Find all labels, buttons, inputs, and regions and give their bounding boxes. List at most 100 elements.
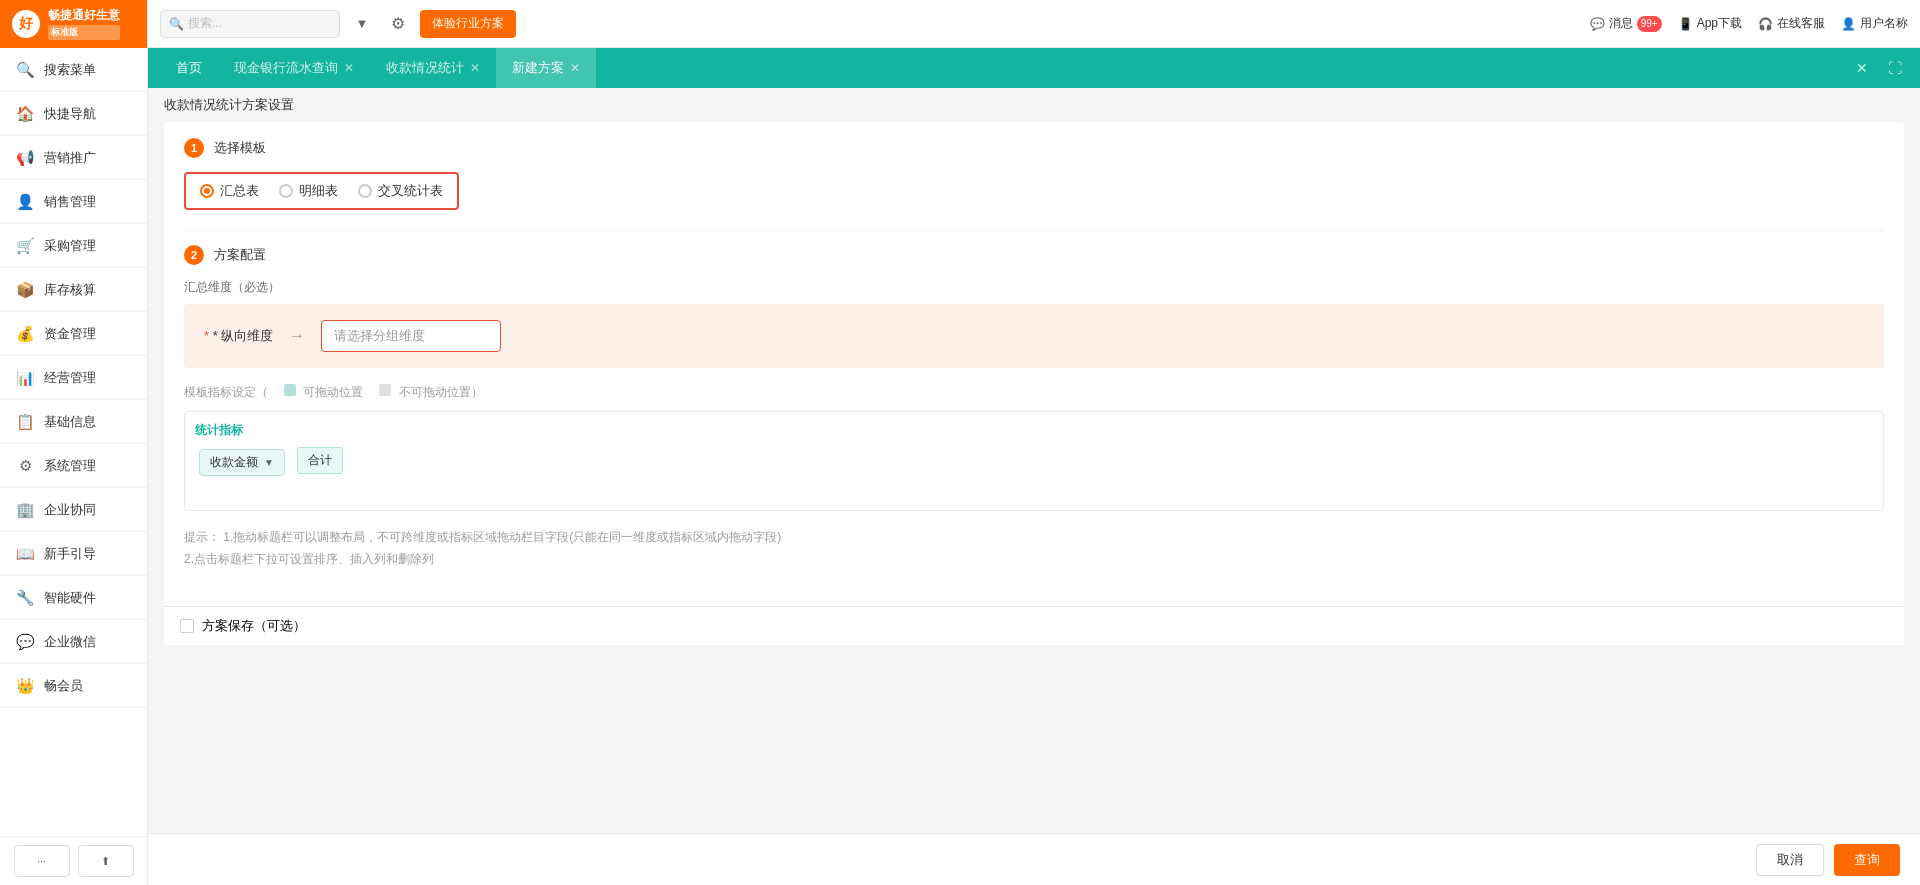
sidebar-item-search[interactable]: 🔍 搜索菜单 [0,48,147,92]
topbar-dropdown[interactable]: ▼ [348,10,376,38]
vertical-label: * * 纵向维度 [204,327,273,345]
message-item[interactable]: 💬 消息 99+ [1590,15,1662,32]
tab-newplan[interactable]: 新建方案 ✕ [496,48,596,88]
member-icon: 👑 [16,677,34,695]
purchase-icon: 🛒 [16,237,34,255]
trial-button[interactable]: 体验行业方案 [420,10,516,38]
radio-summary-circle [200,184,214,198]
page-title: 收款情况统计方案设置 [164,97,294,112]
tab-cashflow[interactable]: 现金银行流水查询 ✕ [218,48,370,88]
tab-expand[interactable]: ⛶ [1882,58,1908,78]
download-item[interactable]: 📱 App下载 [1678,15,1742,32]
query-button[interactable]: 查询 [1834,844,1900,876]
save-checkbox[interactable] [180,619,194,633]
save-section: 方案保存（可选） [164,606,1904,645]
logo-text: 畅捷通好生意 [48,8,120,22]
sidebar-item-finance[interactable]: 💰 资金管理 [0,312,147,356]
user-item[interactable]: 👤 用户名称 [1841,15,1908,32]
footer: 取消 查询 [148,833,1920,885]
radio-summary[interactable]: 汇总表 [200,182,259,200]
home-icon: 🏠 [16,105,34,123]
tab-cashflow-close[interactable]: ✕ [344,61,354,75]
sidebar-bottom-btn2[interactable]: ⬆ [78,845,134,877]
step1-section: 1 选择模板 汇总表 明细表 [184,138,1884,210]
sidebar-item-label: 智能硬件 [44,589,96,607]
topbar-search[interactable]: 🔍 搜索... [160,10,340,38]
sidebar-item-quicknav[interactable]: 🏠 快捷导航 [0,92,147,136]
sidebar-item-member[interactable]: 👑 畅会员 [0,664,147,708]
sidebar-item-label: 新手引导 [44,545,96,563]
sidebar-item-hardware[interactable]: 🔧 智能硬件 [0,576,147,620]
content: 收款情况统计方案设置 1 选择模板 汇总表 [148,88,1920,833]
sidebar-item-basic[interactable]: 📋 基础信息 [0,400,147,444]
dimension-area: * * 纵向维度 → 请选择分组维度 [184,304,1884,368]
sidebar-item-purchase[interactable]: 🛒 采购管理 [0,224,147,268]
radio-detail-label: 明细表 [299,182,338,200]
management-icon: 📊 [16,369,34,387]
metrics-sub-items: 合计 [297,447,343,478]
metrics-subsection: 模板指标设定（ 可拖动位置 不可拖动位置） [184,384,1884,511]
tab-receipts-close[interactable]: ✕ [470,61,480,75]
sidebar-item-label: 营销推广 [44,149,96,167]
topbar: 🔍 搜索... ▼ ⚙ 体验行业方案 💬 消息 99+ 📱 App下载 🎧 在线… [148,0,1920,48]
service-icon: 🎧 [1758,17,1773,31]
sidebar-item-label: 基础信息 [44,413,96,431]
app-logo: 好 畅捷通好生意 标准版 [0,0,147,48]
edition-badge: 标准版 [48,25,120,40]
dimension-title: 汇总维度（必选） [184,279,1884,296]
search-input-icon: 🔍 [169,17,184,31]
sidebar-item-label: 库存核算 [44,281,96,299]
metrics-items: 收款金额 ▼ 合计 [195,447,1873,478]
sidebar-item-label: 企业微信 [44,633,96,651]
radio-detail[interactable]: 明细表 [279,182,338,200]
radio-cross[interactable]: 交叉统计表 [358,182,443,200]
sidebar-item-label: 企业协同 [44,501,96,519]
metrics-hint: 模板指标设定（ 可拖动位置 不可拖动位置） [184,384,1884,401]
sidebar-item-label: 经营管理 [44,369,96,387]
marketing-icon: 📢 [16,149,34,167]
step1-title: 1 选择模板 [184,138,1884,158]
sidebar-item-label: 畅会员 [44,677,83,695]
metrics-tag-amount[interactable]: 收款金额 ▼ [199,449,285,476]
service-label: 在线客服 [1777,15,1825,32]
main-card: 1 选择模板 汇总表 明细表 [164,122,1904,606]
message-badge: 99+ [1637,16,1662,32]
sidebar-item-label: 系统管理 [44,457,96,475]
wecom-icon: 💬 [16,633,34,651]
download-icon: 📱 [1678,17,1693,31]
finance-icon: 💰 [16,325,34,343]
tab-receipts[interactable]: 收款情况统计 ✕ [370,48,496,88]
hint-draggable: 可拖动位置 [284,384,363,401]
sidebar-item-system[interactable]: ⚙ 系统管理 [0,444,147,488]
topbar-settings[interactable]: ⚙ [384,10,412,38]
hint-nondraggable: 不可拖动位置） [379,384,482,401]
metrics-sub-total: 合计 [297,447,343,474]
tips-item-1: 2.点击标题栏下拉可设置排序、插入列和删除列 [184,549,1884,571]
divider1 [184,230,1884,231]
sidebar-item-wecom[interactable]: 💬 企业微信 [0,620,147,664]
sidebar-item-management[interactable]: 📊 经营管理 [0,356,147,400]
tab-newplan-close[interactable]: ✕ [570,61,580,75]
dimension-select[interactable]: 请选择分组维度 [321,320,501,352]
cancel-button[interactable]: 取消 [1756,844,1824,876]
sidebar-item-sales[interactable]: 👤 销售管理 [0,180,147,224]
tab-home[interactable]: 首页 [160,48,218,88]
message-label: 消息 [1609,15,1633,32]
user-icon: 👤 [1841,17,1856,31]
service-item[interactable]: 🎧 在线客服 [1758,15,1825,32]
tag-label: 收款金额 [210,454,258,471]
metrics-container: 统计指标 收款金额 ▼ 合计 [184,411,1884,511]
sidebar-item-enterprise[interactable]: 🏢 企业协同 [0,488,147,532]
sidebar-item-inventory[interactable]: 📦 库存核算 [0,268,147,312]
tab-cashflow-label: 现金银行流水查询 [234,59,338,77]
sidebar-item-label: 快捷导航 [44,105,96,123]
tips-item-0: 1.拖动标题栏可以调整布局，不可跨维度或指标区域拖动栏目字段(只能在同一维度或指… [223,530,781,544]
sidebar-item-marketing[interactable]: 📢 营销推广 [0,136,147,180]
step2-num: 2 [184,245,204,265]
tab-close-all[interactable]: ✕ [1850,58,1874,78]
radio-cross-label: 交叉统计表 [378,182,443,200]
sidebar-item-guide[interactable]: 📖 新手引导 [0,532,147,576]
sidebar-bottom-btn1[interactable]: ··· [14,845,70,877]
metrics-setting-label: 模板指标设定（ [184,384,268,401]
tabbar: 首页 现金银行流水查询 ✕ 收款情况统计 ✕ 新建方案 ✕ ✕ ⛶ [148,48,1920,88]
